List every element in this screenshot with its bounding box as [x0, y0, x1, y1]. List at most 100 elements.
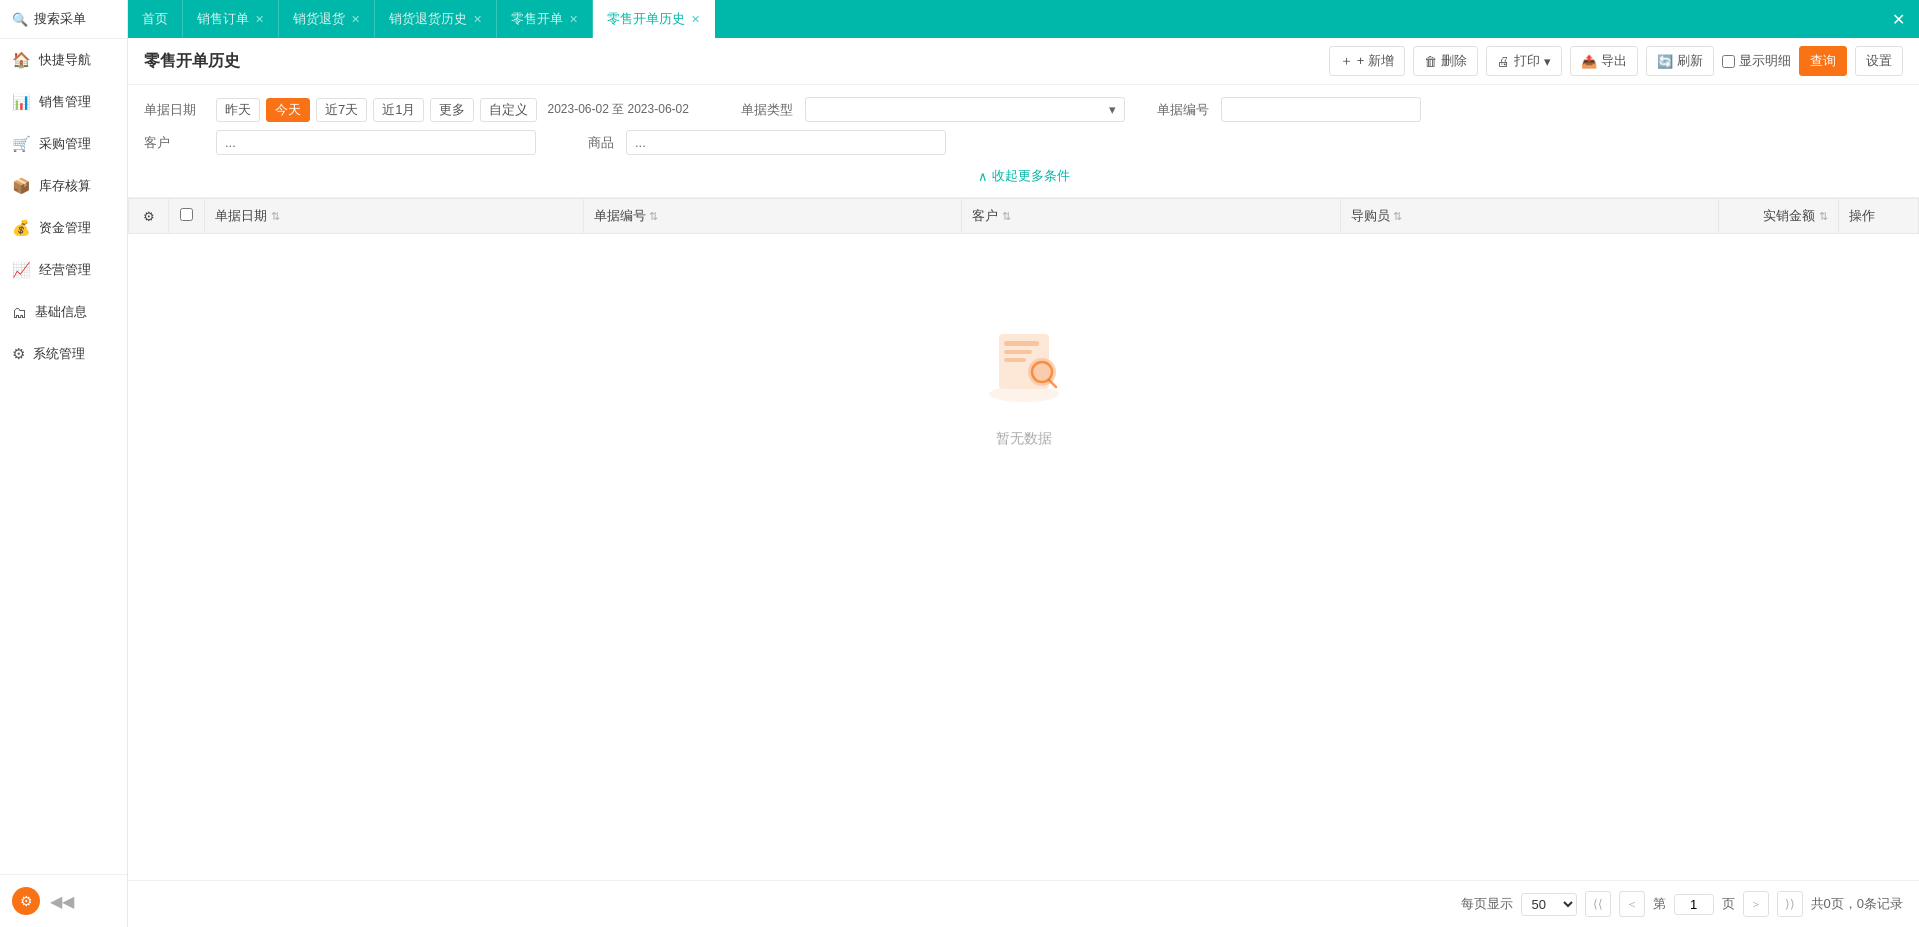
svg-rect-4	[1004, 358, 1026, 362]
tab-retail-open-close-icon[interactable]: ✕	[569, 13, 578, 26]
tab-retail-open[interactable]: 零售开单 ✕	[497, 0, 593, 38]
sidebar-search[interactable]: 🔍 搜索采单	[0, 0, 127, 39]
col-actions-label: 操作	[1849, 208, 1875, 223]
filter-area: 单据日期 昨天 今天 近7天 近1月 更多 自定义	[128, 85, 1919, 198]
doc-type-select[interactable]: ▾	[805, 97, 1125, 122]
date-btn-1month[interactable]: 近1月	[373, 98, 424, 122]
delete-button[interactable]: 🗑 删除	[1413, 46, 1478, 76]
sort-customer-icon: ⇅	[1002, 210, 1011, 222]
print-button[interactable]: 🖨 打印 ▾	[1486, 46, 1562, 76]
close-all-tabs-btn[interactable]: ✕	[1878, 10, 1919, 29]
settings-btn[interactable]: ⚙	[12, 887, 40, 915]
sidebar-item-sales-mgmt[interactable]: 📊 销售管理	[0, 81, 127, 123]
sidebar-item-basic-info[interactable]: 🗂 基础信息	[0, 291, 127, 333]
home-icon: 🏠	[12, 51, 31, 69]
empty-text: 暂无数据	[996, 430, 1052, 448]
date-btn-7days[interactable]: 近7天	[316, 98, 367, 122]
tab-home[interactable]: 首页	[128, 0, 183, 38]
col-customer-label: 客户	[972, 208, 998, 223]
date-btn-custom[interactable]: 自定义	[480, 98, 537, 122]
next-page-btn[interactable]: ＞	[1743, 891, 1769, 917]
product-select[interactable]: ...	[626, 130, 946, 155]
tab-sales-order[interactable]: 销售订单 ✕	[183, 0, 279, 38]
display-detail-checkbox[interactable]	[1722, 55, 1735, 68]
date-range-display: 2023-06-02 至 2023-06-02	[547, 101, 688, 118]
tab-home-label: 首页	[142, 10, 168, 28]
display-detail-toggle[interactable]: 显示明细	[1722, 52, 1791, 70]
doc-num-label: 单据编号	[1157, 101, 1209, 119]
tab-sales-return-history-label: 销货退货历史	[389, 10, 467, 28]
filter-row-1: 单据日期 昨天 今天 近7天 近1月 更多 自定义	[144, 97, 1903, 122]
col-date[interactable]: 单据日期 ⇅	[205, 199, 584, 234]
collapse-conditions-btn[interactable]: ∧ 收起更多条件	[144, 163, 1903, 189]
sys-icon: ⚙	[12, 345, 25, 363]
collapse-sidebar-btn[interactable]: ◀◀	[48, 887, 76, 915]
page-num-input[interactable]	[1674, 894, 1714, 915]
per-page-label: 每页显示	[1461, 895, 1513, 913]
customer-filter-label: 客户	[144, 134, 204, 152]
settings-label: 设置	[1866, 52, 1892, 70]
query-button[interactable]: 查询	[1799, 46, 1847, 76]
export-button[interactable]: 📤 导出	[1570, 46, 1638, 76]
date-btn-yesterday-label: 昨天	[225, 102, 251, 117]
product-placeholder: ...	[635, 135, 646, 150]
select-all-checkbox[interactable]	[180, 208, 193, 221]
col-checkbox[interactable]	[169, 199, 205, 234]
add-label: + 新增	[1357, 52, 1394, 70]
collapse-conditions-label: 收起更多条件	[992, 167, 1070, 185]
tab-sales-return[interactable]: 销货退货 ✕	[279, 0, 375, 38]
empty-illustration	[974, 314, 1074, 414]
export-label: 导出	[1601, 52, 1627, 70]
date-btn-custom-label: 自定义	[489, 102, 528, 117]
sidebar-item-sys-mgmt[interactable]: ⚙ 系统管理	[0, 333, 127, 375]
refresh-button[interactable]: 🔄 刷新	[1646, 46, 1714, 76]
page-label: 第	[1653, 895, 1666, 913]
tab-bar: 首页 销售订单 ✕ 销货退货 ✕ 销货退货历史 ✕ 零售开单 ✕ 零售开单历史 …	[128, 0, 1919, 38]
date-btn-more-label: 更多	[439, 102, 465, 117]
per-page-select[interactable]: 50 100 200	[1521, 893, 1577, 916]
prev-page-btn[interactable]: ＜	[1619, 891, 1645, 917]
last-page-btn[interactable]: ⟩⟩	[1777, 891, 1803, 917]
page-suffix: 页	[1722, 895, 1735, 913]
col-doc-num-label: 单据编号	[594, 208, 646, 223]
sidebar-item-inventory[interactable]: 📦 库存核算	[0, 165, 127, 207]
query-label: 查询	[1810, 52, 1836, 70]
chevron-up-icon: ∧	[978, 169, 988, 184]
col-actions: 操作	[1839, 199, 1919, 234]
table-area: ⚙ 单据日期 ⇅ 单据编号 ⇅ 客户	[128, 198, 1919, 880]
date-btn-more[interactable]: 更多	[430, 98, 474, 122]
date-btn-yesterday[interactable]: 昨天	[216, 98, 260, 122]
sidebar-item-operations[interactable]: 📈 经营管理	[0, 249, 127, 291]
col-guide[interactable]: 导购员 ⇅	[1340, 199, 1719, 234]
col-doc-num[interactable]: 单据编号 ⇅	[583, 199, 962, 234]
col-customer[interactable]: 客户 ⇅	[962, 199, 1341, 234]
tab-sales-return-history-close-icon[interactable]: ✕	[473, 13, 482, 26]
col-guide-label: 导购员	[1351, 208, 1390, 223]
sidebar-item-purchase-mgmt[interactable]: 🛒 采购管理	[0, 123, 127, 165]
doc-num-input[interactable]	[1221, 97, 1421, 122]
tab-retail-history-close-icon[interactable]: ✕	[691, 13, 700, 26]
add-icon: ＋	[1340, 52, 1353, 70]
svg-rect-2	[1004, 341, 1039, 346]
sidebar-item-finance[interactable]: 💰 资金管理	[0, 207, 127, 249]
tab-sales-return-close-icon[interactable]: ✕	[351, 13, 360, 26]
date-btn-today[interactable]: 今天	[266, 98, 310, 122]
date-filter-label: 单据日期	[144, 101, 204, 119]
tab-sales-order-close-icon[interactable]: ✕	[255, 13, 264, 26]
refresh-icon: 🔄	[1657, 54, 1673, 69]
customer-select[interactable]: ...	[216, 130, 536, 155]
col-amount[interactable]: 实销金额 ⇅	[1719, 199, 1839, 234]
date-quick-buttons: 昨天 今天 近7天 近1月 更多 自定义 2023-06-02 至 2023-0…	[216, 98, 689, 122]
customer-placeholder: ...	[225, 135, 236, 150]
settings-button[interactable]: 设置	[1855, 46, 1903, 76]
folder-icon: 🗂	[12, 304, 27, 321]
toolbar-actions: ＋ + 新增 🗑 删除 🖨 打印 ▾ 📤 导出 🔄 刷新	[1329, 46, 1903, 76]
col-settings[interactable]: ⚙	[129, 199, 169, 234]
delete-icon: 🗑	[1424, 54, 1437, 69]
tab-sales-return-history[interactable]: 销货退货历史 ✕	[375, 0, 497, 38]
tab-retail-history[interactable]: 零售开单历史 ✕	[593, 0, 715, 38]
add-button[interactable]: ＋ + 新增	[1329, 46, 1405, 76]
sort-docnum-icon: ⇅	[649, 210, 658, 222]
first-page-btn[interactable]: ⟨⟨	[1585, 891, 1611, 917]
sidebar-item-quick-nav[interactable]: 🏠 快捷导航	[0, 39, 127, 81]
